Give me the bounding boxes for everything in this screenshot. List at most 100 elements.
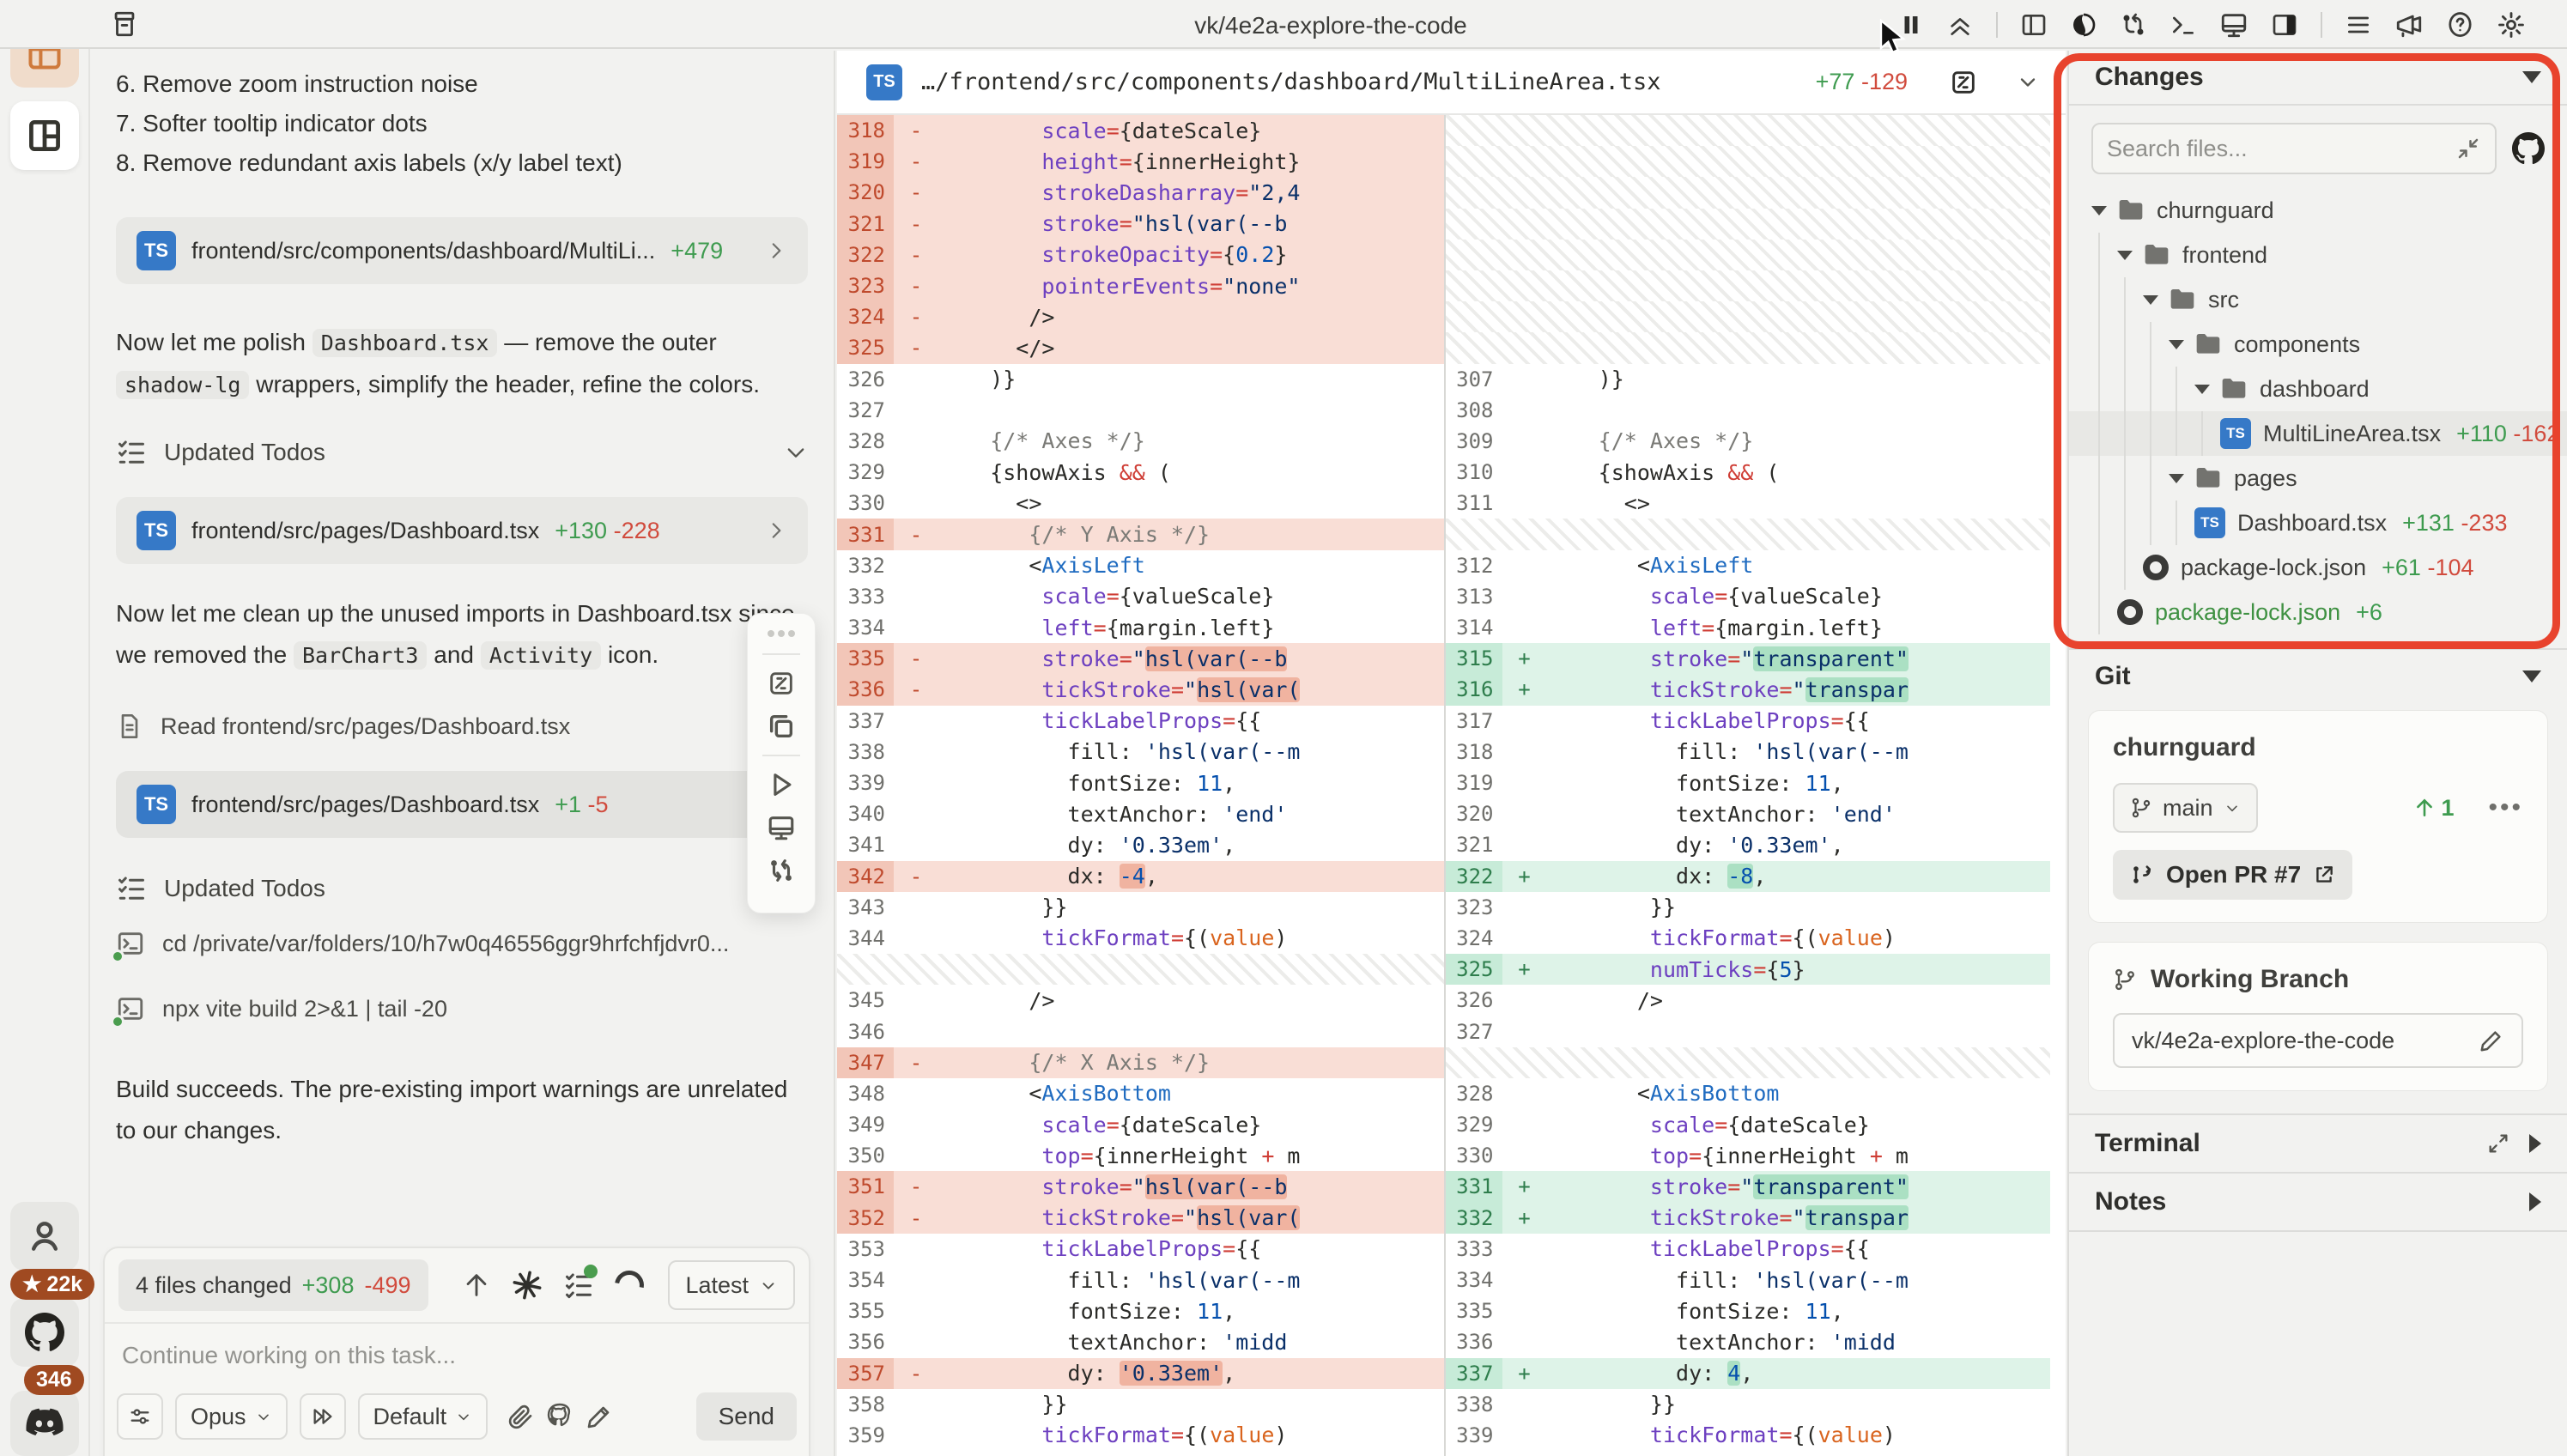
latest-dropdown[interactable]: Latest	[668, 1260, 795, 1310]
file-chip-dashboard-2[interactable]: TS frontend/src/pages/Dashboard.tsx +1 -…	[116, 771, 808, 838]
rail-board-button[interactable]	[10, 101, 79, 170]
monitor-icon[interactable]	[767, 813, 796, 842]
chevron-down-icon[interactable]	[2016, 70, 2040, 94]
tree-item-package-lock-json[interactable]: package-lock.json+6	[2069, 590, 2567, 634]
updated-todos-toggle-2[interactable]: Updated Todos	[116, 864, 808, 913]
diff-old-cell: 356 textAnchor: 'midd	[837, 1326, 1444, 1357]
panel-left-icon[interactable]	[2020, 11, 2048, 39]
diff-row: 323- pointerEvents="none"	[837, 270, 2066, 301]
rail-github-button[interactable]	[10, 1298, 79, 1367]
tree-item-components[interactable]: components	[2069, 322, 2567, 367]
git-compare-icon[interactable]	[2120, 11, 2147, 39]
expand-icon[interactable]	[2486, 1131, 2510, 1156]
git-compare-icon[interactable]	[767, 856, 796, 885]
archive-box-icon[interactable]	[110, 9, 139, 39]
tree-item-dashboard[interactable]: dashboard	[2069, 367, 2567, 411]
typescript-icon: TS	[2194, 507, 2225, 538]
diff-new-cell: 314 left={margin.left}	[1444, 612, 2051, 643]
todos-status-icon[interactable]	[563, 1270, 594, 1301]
diff-row: 352- tickStroke="hsl(var(332+ tickStroke…	[837, 1203, 2066, 1234]
panel-right-filled-icon[interactable]	[2271, 11, 2298, 39]
megaphone-icon[interactable]	[2394, 10, 2424, 39]
conversation-panel[interactable]: 6. Remove zoom instruction noise7. Softe…	[92, 51, 835, 1456]
file-chip-multilinearea[interactable]: TS frontend/src/components/dashboard/Mul…	[116, 217, 808, 284]
mode-dropdown[interactable]: Default	[358, 1393, 489, 1440]
read-file-item[interactable]: Read frontend/src/pages/Dashboard.tsx	[116, 707, 808, 745]
terminal-icon[interactable]	[2170, 11, 2197, 39]
diff-stats: +77 -129	[1816, 69, 1908, 95]
diff-row: 347- {/* X Axis */}	[837, 1047, 2066, 1078]
tree-item-frontend[interactable]: frontend	[2069, 233, 2567, 277]
file-search-box[interactable]	[2091, 123, 2497, 174]
diff-viewer[interactable]: TS …/frontend/src/components/dashboard/M…	[837, 51, 2066, 1456]
tree-item-src[interactable]: src	[2069, 277, 2567, 322]
diff-new-cell: 321 dy: '0.33em',	[1444, 829, 2051, 860]
base-branch-dropdown[interactable]: main	[2113, 783, 2258, 833]
model-dropdown[interactable]: Opus	[175, 1393, 288, 1440]
spark-icon[interactable]	[512, 1270, 543, 1301]
diff-old-cell: 341 dy: '0.33em',	[837, 829, 1444, 860]
file-name: churnguard	[2157, 197, 2274, 224]
menu-icon[interactable]	[2345, 11, 2372, 39]
pen-icon[interactable]	[586, 1403, 613, 1430]
tree-item-package-lock-json[interactable]: package-lock.json+61 -104	[2069, 545, 2567, 590]
diff-icon[interactable]	[767, 669, 796, 698]
settings-sliders-button[interactable]	[117, 1393, 163, 1440]
open-pr-button[interactable]: Open PR #7	[2113, 850, 2352, 900]
attach-icon[interactable]	[507, 1403, 534, 1430]
copy-icon[interactable]	[767, 712, 796, 741]
terminal-section-header[interactable]: Terminal	[2069, 1115, 2567, 1172]
title-bar: vk/4e2a-explore-the-code	[0, 0, 2567, 49]
collapse-all-icon[interactable]	[2455, 136, 2481, 161]
tree-item-pages[interactable]: pages	[2069, 456, 2567, 500]
right-sidebar: Changes churnguard frontendsrc components d…	[2067, 51, 2567, 1456]
github-cat-icon[interactable]	[546, 1403, 573, 1430]
rail-discord-button[interactable]	[10, 1391, 79, 1456]
scroll-up-icon[interactable]	[462, 1271, 491, 1300]
files-changed-pill[interactable]: 4 files changed +308 -499	[118, 1259, 428, 1311]
pencil-icon[interactable]	[2479, 1028, 2504, 1053]
tree-item-dashboard-tsx[interactable]: TSDashboard.tsx+131 -233	[2069, 500, 2567, 545]
commits-ahead[interactable]: 1	[2413, 795, 2454, 822]
changes-section-header[interactable]: Changes	[2069, 51, 2567, 104]
updated-todos-toggle[interactable]: Updated Todos	[116, 428, 808, 476]
working-branch-input[interactable]	[2132, 1028, 2479, 1054]
git-section-header[interactable]: Git	[2069, 650, 2567, 703]
tree-item-multilinearea-tsx[interactable]: TSMultiLineArea.tsx+110 -162	[2069, 411, 2567, 456]
send-button[interactable]: Send	[696, 1392, 797, 1441]
more-dots-icon[interactable]	[766, 628, 797, 640]
rail-account-button[interactable]	[10, 1202, 79, 1271]
terminal-command-item[interactable]: cd /private/var/folders/10/h7w0q46556ggr…	[116, 925, 808, 962]
notes-section-header[interactable]: Notes	[2069, 1174, 2567, 1230]
file-chip-dashboard-1[interactable]: TS frontend/src/pages/Dashboard.tsx +130…	[116, 497, 808, 564]
gear-icon[interactable]	[2497, 10, 2526, 39]
success-dot	[111, 1015, 124, 1028]
tree-item-churnguard[interactable]: churnguard	[2069, 188, 2567, 233]
diff-new-cell: 333 tickLabelProps={{	[1444, 1234, 2051, 1265]
working-branch-field[interactable]	[2113, 1013, 2523, 1068]
diff-new-cell: 317 tickLabelProps={{	[1444, 706, 2051, 737]
diff-row: 342- dx: -4,322+ dx: -8,	[837, 861, 2066, 892]
diff-row: 351- stroke="hsl(var(--b331+ stroke="tra…	[837, 1171, 2066, 1202]
changes-bubble-icon[interactable]	[2070, 11, 2097, 39]
todo-line: 8. Remove redundant axis labels (x/y lab…	[116, 143, 808, 183]
chevrons-up-icon[interactable]	[1946, 11, 1974, 39]
caret-down-icon	[2194, 385, 2210, 394]
diff-stats: +6	[2356, 599, 2382, 626]
caret-down-icon	[2169, 474, 2184, 483]
todo-list: 6. Remove zoom instruction noise7. Softe…	[116, 64, 808, 183]
message-input[interactable]	[105, 1324, 809, 1387]
more-options-icon[interactable]: •••	[2488, 793, 2523, 822]
diff-new-cell	[1444, 519, 2051, 549]
help-icon[interactable]	[2446, 10, 2474, 39]
terminal-command-item[interactable]: npx vite build 2>&1 | tail -20	[116, 990, 808, 1028]
fast-forward-button[interactable]	[300, 1393, 346, 1440]
play-icon[interactable]	[767, 770, 796, 799]
file-search-input[interactable]	[2107, 136, 2455, 162]
diff-old-cell: 329 {showAxis && (	[837, 457, 1444, 488]
diff-mode-icon[interactable]	[1949, 68, 1978, 97]
diff-old-cell: 332 <AxisLeft	[837, 550, 1444, 581]
file-name: components	[2234, 331, 2360, 358]
monitor-icon[interactable]	[2219, 10, 2248, 39]
github-cat-icon[interactable]	[2512, 132, 2545, 165]
